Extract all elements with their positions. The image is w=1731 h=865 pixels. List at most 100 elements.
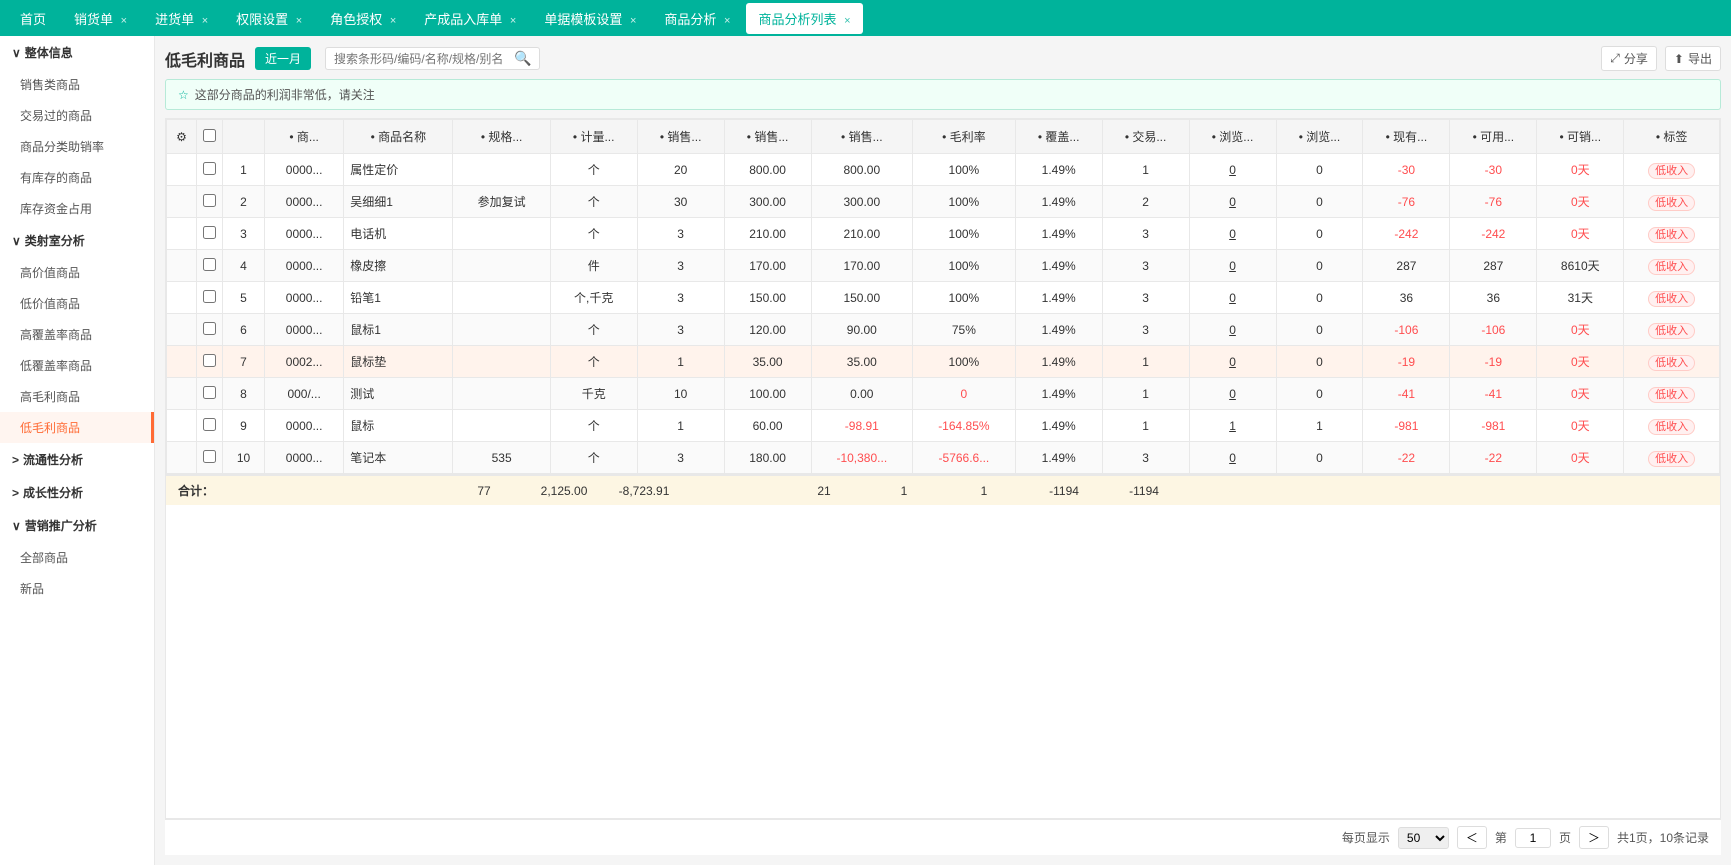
row-browse1[interactable]: 0	[1189, 378, 1276, 410]
next-page-button[interactable]: ＞	[1579, 826, 1609, 849]
col-gross-margin[interactable]: • 毛利率	[913, 120, 1016, 154]
sidebar-group-growth[interactable]: > 成长性分析	[0, 476, 154, 509]
row-current: 36	[1363, 282, 1450, 314]
row-checkbox[interactable]	[203, 162, 216, 175]
col-coverage[interactable]: • 覆盖...	[1015, 120, 1102, 154]
row-browse1[interactable]: 0	[1189, 314, 1276, 346]
sidebar-item-high-margin[interactable]: 高毛利商品	[0, 381, 154, 412]
col-spec[interactable]: • 规格...	[453, 120, 550, 154]
select-all-checkbox[interactable]	[203, 129, 216, 142]
search-input[interactable]	[334, 52, 514, 66]
checkbox-cell[interactable]	[197, 154, 223, 186]
sidebar-group-class[interactable]: ∨ 类射室分析	[0, 224, 154, 257]
nav-analysis-list[interactable]: 商品分析列表 ×	[746, 3, 862, 34]
checkbox-cell[interactable]	[197, 314, 223, 346]
close-template-icon[interactable]: ×	[630, 15, 636, 27]
time-filter-button[interactable]: 近一月	[255, 47, 311, 70]
checkbox-cell[interactable]	[197, 186, 223, 218]
sidebar-item-traded[interactable]: 交易过的商品	[0, 100, 154, 131]
row-browse1[interactable]: 0	[1189, 186, 1276, 218]
sidebar-item-in-stock[interactable]: 有库存的商品	[0, 162, 154, 193]
page-size-select[interactable]: 50 100 200	[1398, 827, 1449, 849]
row-browse1[interactable]: 0	[1189, 154, 1276, 186]
row-browse1[interactable]: 0	[1189, 250, 1276, 282]
nav-product-analysis[interactable]: 商品分析 ×	[652, 3, 742, 34]
col-sales-amount[interactable]: • 销售...	[724, 120, 811, 154]
row-current: -30	[1363, 154, 1450, 186]
close-roles-icon[interactable]: ×	[390, 15, 396, 27]
table-footer: 合计： 77 2,125.00 -8,723.91 21 1 1 -1194 -…	[166, 474, 1720, 505]
sidebar-item-high-coverage[interactable]: 高覆盖率商品	[0, 319, 154, 350]
sidebar-group-marketing[interactable]: ∨ 营销推广分析	[0, 509, 154, 542]
sidebar-item-low-value[interactable]: 低价值商品	[0, 288, 154, 319]
checkbox-cell[interactable]	[197, 346, 223, 378]
close-purchase-icon[interactable]: ×	[202, 15, 208, 27]
row-browse1[interactable]: 0	[1189, 346, 1276, 378]
checkbox-cell[interactable]	[197, 410, 223, 442]
sidebar-item-stock-capital[interactable]: 库存资金占用	[0, 193, 154, 224]
nav-home[interactable]: 首页	[8, 3, 58, 34]
col-unit[interactable]: • 计量...	[550, 120, 637, 154]
row-checkbox[interactable]	[203, 194, 216, 207]
col-code[interactable]: • 商...	[265, 120, 344, 154]
checkbox-cell[interactable]	[197, 218, 223, 250]
prev-page-button[interactable]: ＜	[1457, 826, 1487, 849]
close-product-entry-icon[interactable]: ×	[510, 15, 516, 27]
row-browse1[interactable]: 0	[1189, 218, 1276, 250]
close-analysis-icon[interactable]: ×	[724, 15, 730, 27]
row-checkbox[interactable]	[203, 258, 216, 271]
col-browse1[interactable]: • 浏览...	[1189, 120, 1276, 154]
col-current[interactable]: • 现有...	[1363, 120, 1450, 154]
nav-sales[interactable]: 销货单 ×	[62, 3, 139, 34]
col-sellable[interactable]: • 可销...	[1537, 120, 1624, 154]
row-checkbox[interactable]	[203, 386, 216, 399]
row-available: -41	[1450, 378, 1537, 410]
col-sales-count[interactable]: • 销售...	[637, 120, 724, 154]
sidebar-item-high-value[interactable]: 高价值商品	[0, 257, 154, 288]
checkbox-cell[interactable]	[197, 378, 223, 410]
sidebar-item-sales-category[interactable]: 销售类商品	[0, 69, 154, 100]
nav-template[interactable]: 单据模板设置 ×	[532, 3, 648, 34]
col-sales-profit[interactable]: • 销售...	[811, 120, 913, 154]
close-analysis-list-icon[interactable]: ×	[844, 15, 850, 27]
search-box[interactable]: 🔍	[325, 47, 540, 70]
col-tag[interactable]: • 标签	[1624, 120, 1720, 154]
col-trade[interactable]: • 交易...	[1102, 120, 1189, 154]
search-icon[interactable]: 🔍	[514, 50, 531, 67]
nav-product-entry[interactable]: 产成品入库单 ×	[412, 3, 528, 34]
row-browse1[interactable]: 0	[1189, 282, 1276, 314]
checkbox-cell[interactable]	[197, 442, 223, 474]
export-button[interactable]: ⬆ 导出	[1665, 46, 1721, 71]
row-checkbox[interactable]	[203, 450, 216, 463]
checkbox-header[interactable]	[197, 120, 223, 154]
share-button[interactable]: ⤢ 分享	[1601, 46, 1657, 71]
checkbox-cell[interactable]	[197, 250, 223, 282]
row-checkbox[interactable]	[203, 226, 216, 239]
settings-header[interactable]: ⚙	[167, 120, 197, 154]
col-available[interactable]: • 可用...	[1450, 120, 1537, 154]
sidebar-item-low-coverage[interactable]: 低覆盖率商品	[0, 350, 154, 381]
footer-sales-amount: 2,125.00	[534, 484, 594, 498]
row-browse1[interactable]: 1	[1189, 410, 1276, 442]
nav-roles[interactable]: 角色授权 ×	[318, 3, 408, 34]
checkbox-cell[interactable]	[197, 282, 223, 314]
sidebar-item-low-margin[interactable]: 低毛利商品	[0, 412, 154, 443]
nav-purchase[interactable]: 进货单 ×	[143, 3, 220, 34]
page-input[interactable]	[1515, 828, 1551, 848]
col-browse2[interactable]: • 浏览...	[1276, 120, 1363, 154]
row-browse1[interactable]: 0	[1189, 442, 1276, 474]
row-checkbox[interactable]	[203, 290, 216, 303]
row-checkbox[interactable]	[203, 322, 216, 335]
sidebar-group-overall[interactable]: ∨ 整体信息	[0, 36, 154, 69]
sidebar-item-category-rate[interactable]: 商品分类助销率	[0, 131, 154, 162]
sidebar-group-flow[interactable]: > 流通性分析	[0, 443, 154, 476]
sidebar-item-new-products[interactable]: 新品	[0, 573, 154, 604]
close-sales-icon[interactable]: ×	[121, 15, 127, 27]
nav-permissions[interactable]: 权限设置 ×	[224, 3, 314, 34]
table-container[interactable]: ⚙ • 商... • 商品名称 • 规格... • 计量... • 销售... …	[165, 118, 1721, 819]
col-name[interactable]: • 商品名称	[344, 120, 453, 154]
row-checkbox[interactable]	[203, 418, 216, 431]
row-checkbox[interactable]	[203, 354, 216, 367]
close-permissions-icon[interactable]: ×	[296, 15, 302, 27]
sidebar-item-all-products[interactable]: 全部商品	[0, 542, 154, 573]
